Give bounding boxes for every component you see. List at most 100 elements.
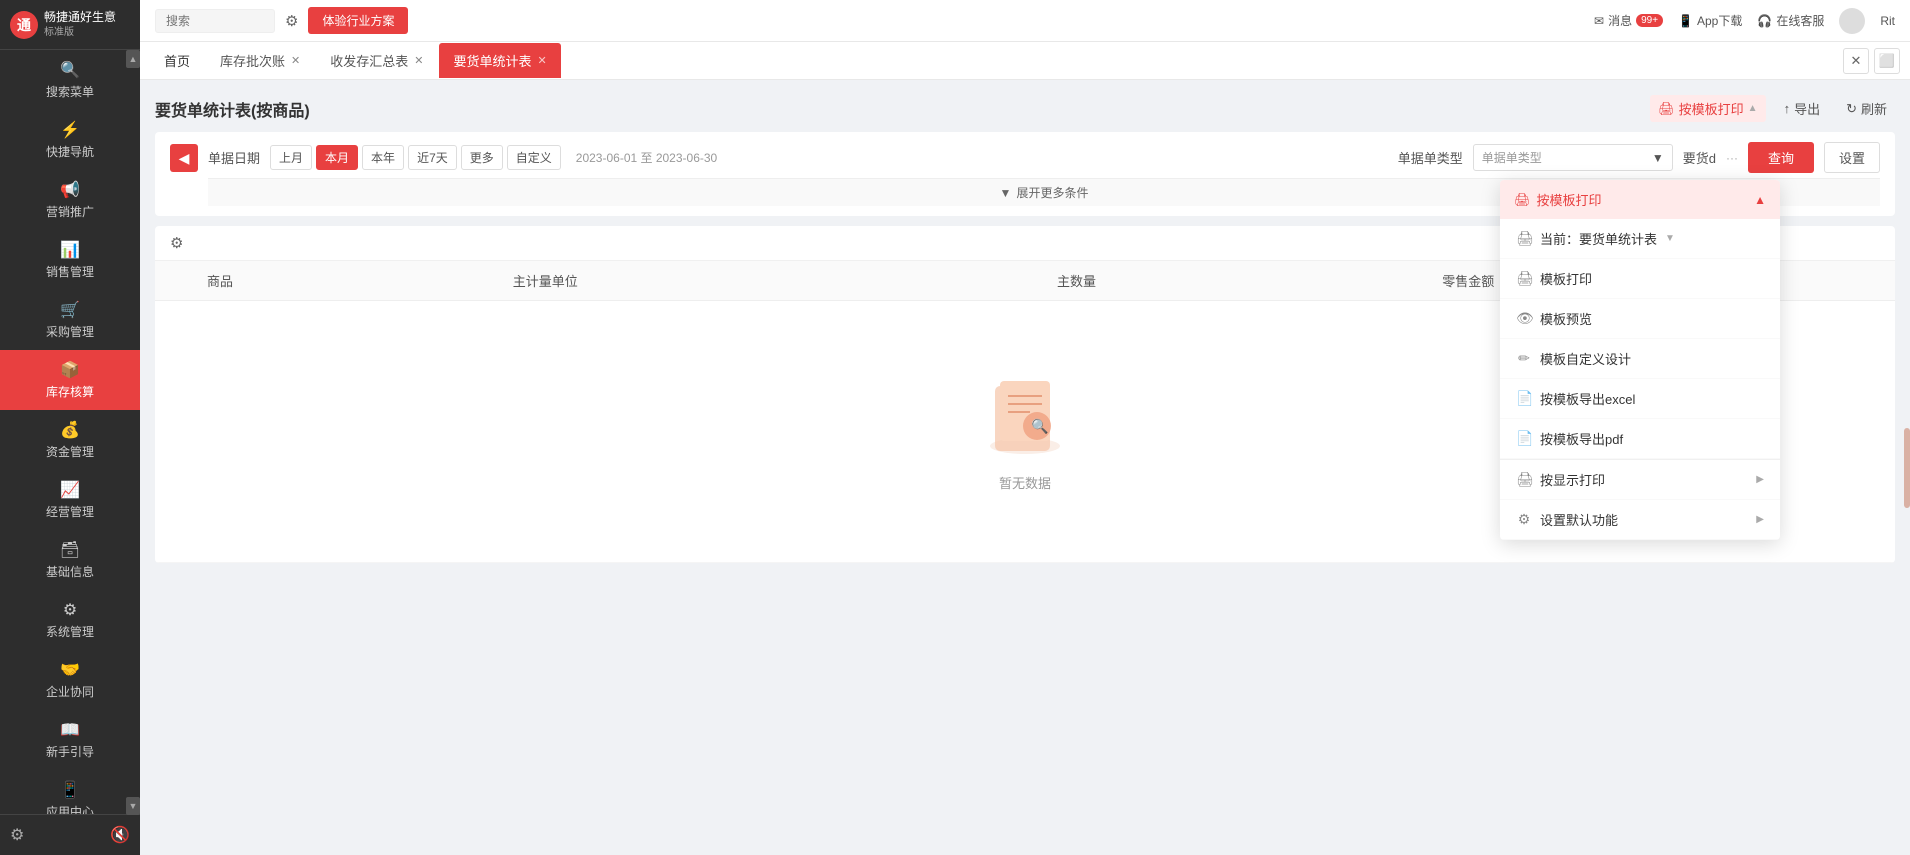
table-settings-icon[interactable]: ⚙: [170, 234, 183, 252]
template-print-label: 模板打印: [1540, 269, 1592, 288]
sidebar-item-search[interactable]: 🔍 搜索菜单: [0, 50, 140, 110]
sidebar-label-shortcut: 快捷导航: [46, 143, 94, 160]
trial-button[interactable]: 体验行业方案: [308, 7, 408, 34]
date-current-year[interactable]: 本年: [362, 145, 404, 170]
query-button[interactable]: 查询: [1748, 142, 1814, 173]
content-area: 要货单统计表(按商品) 🖨 按模板打印 ▲ ↑ 导出 ↻ 刷新: [140, 80, 1910, 855]
tab-order-stats[interactable]: 要货单统计表 ✕: [439, 43, 560, 78]
expand-label: 展开更多条件: [1016, 184, 1088, 201]
app-logo: 通 畅捷通好生意 标准版: [0, 0, 140, 50]
dropdown-template-pdf[interactable]: 📄 按模板导出pdf: [1500, 419, 1780, 459]
speaker-icon[interactable]: 🔇: [110, 825, 130, 845]
export-label: 导出: [1794, 99, 1820, 118]
dropdown-template-custom[interactable]: ✏ 模板自定义设计: [1500, 339, 1780, 379]
tab-expand-button[interactable]: ⬜: [1874, 48, 1900, 74]
current-template-left: 🖨 当前：要货单统计表: [1516, 229, 1657, 248]
sidebar-item-purchase[interactable]: 🛒 采购管理: [0, 290, 140, 350]
dropdown-template-preview[interactable]: 👁 模板预览: [1500, 299, 1780, 339]
date-prev-month[interactable]: 上月: [270, 145, 312, 170]
page-title: 要货单统计表(按商品): [155, 97, 310, 121]
tab-receipt-summary-close[interactable]: ✕: [414, 54, 423, 67]
print-dropdown: 🖨 按模板打印 ▲ 🖨 当前：要货单统计表 ▼ 🖨 模板打印 👁 模板预览: [1500, 180, 1780, 540]
type-select[interactable]: 单据单类型 ▼: [1473, 144, 1673, 171]
tab-order-stats-label: 要货单统计表: [453, 51, 531, 70]
date-current-month[interactable]: 本月: [316, 145, 358, 170]
gear-button[interactable]: ⚙: [285, 12, 298, 30]
sidebar-label-marketing: 营销推广: [46, 203, 94, 220]
sidebar-item-system[interactable]: ⚙ 系统管理: [0, 590, 140, 650]
operation-icon: 📈: [60, 480, 80, 500]
message-button[interactable]: ✉ 消息 99+: [1594, 12, 1663, 29]
export-icon: ↑: [1784, 101, 1791, 116]
filter-expand-icon[interactable]: ◀: [170, 144, 198, 172]
app-download-button[interactable]: 📱 App下载: [1678, 12, 1742, 29]
default-func-icon: ⚙: [1516, 511, 1532, 528]
order-type-label: 要货d: [1683, 148, 1716, 167]
tab-inventory-batch-close[interactable]: ✕: [291, 54, 300, 67]
sidebar-item-sales[interactable]: 📊 销售管理: [0, 230, 140, 290]
sidebar-item-apps[interactable]: 📱 应用中心: [0, 770, 140, 814]
message-label: 消息: [1608, 12, 1632, 29]
tab-close-all-button[interactable]: ✕: [1843, 48, 1869, 74]
display-print-left: 🖨 按显示打印: [1516, 470, 1605, 489]
tab-order-stats-close[interactable]: ✕: [538, 54, 547, 67]
sidebar-item-operation[interactable]: 📈 经营管理: [0, 470, 140, 530]
empty-icon: 🔍: [975, 371, 1075, 461]
sidebar-item-shortcut[interactable]: ⚡ 快捷导航: [0, 110, 140, 170]
settings-footer-icon[interactable]: ⚙: [10, 825, 24, 845]
sidebar-label-search: 搜索菜单: [46, 83, 94, 100]
th-product: 商品: [195, 261, 501, 301]
ellipsis-icon: ···: [1726, 151, 1738, 165]
search-input[interactable]: [155, 9, 275, 33]
dropdown-template-print[interactable]: 🖨 模板打印: [1500, 259, 1780, 299]
avatar[interactable]: [1839, 8, 1865, 34]
main-area: ⚙ 体验行业方案 ✉ 消息 99+ 📱 App下载 🎧 在线客服 Rit 首页: [140, 0, 1910, 855]
dropdown-header: 🖨 按模板打印 ▲: [1500, 180, 1780, 219]
vertical-scrollbar[interactable]: [1904, 428, 1910, 508]
chevron-up-dropdown-icon[interactable]: ▲: [1754, 193, 1766, 207]
date-filter-label: 单据日期: [208, 148, 260, 167]
sidebar-item-marketing[interactable]: 📢 营销推广: [0, 170, 140, 230]
page-header: 要货单统计表(按商品) 🖨 按模板打印 ▲ ↑ 导出 ↻ 刷新: [155, 95, 1895, 122]
settings-button[interactable]: 设置: [1824, 142, 1880, 173]
date-custom[interactable]: 自定义: [507, 145, 561, 170]
default-func-arrow: ▶: [1756, 514, 1764, 525]
dropdown-template-excel[interactable]: 📄 按模板导出excel: [1500, 379, 1780, 419]
sidebar-item-finance[interactable]: 💰 资金管理: [0, 410, 140, 470]
template-custom-label: 模板自定义设计: [1540, 349, 1631, 368]
tab-inventory-batch[interactable]: 库存批次账 ✕: [206, 43, 314, 78]
tab-home-label: 首页: [164, 51, 190, 70]
sidebar-item-guide[interactable]: 📖 新手引导: [0, 710, 140, 770]
online-service-label: 在线客服: [1776, 12, 1824, 29]
sidebar-scroll-down[interactable]: ▼: [126, 797, 140, 815]
print-template-label: 按模板打印: [1679, 99, 1744, 118]
sidebar-label-base: 基础信息: [46, 563, 94, 580]
type-filter-label: 单据单类型: [1398, 148, 1463, 167]
topbar-left: ⚙ 体验行业方案: [155, 7, 408, 34]
date-range-text: 2023-06-01 至 2023-06-30: [576, 149, 717, 166]
sidebar-item-base[interactable]: 🗃 基础信息: [0, 530, 140, 590]
topbar-right: ✉ 消息 99+ 📱 App下载 🎧 在线客服 Rit: [1594, 8, 1895, 34]
sidebar-item-inventory[interactable]: 📦 库存核算: [0, 350, 140, 410]
dropdown-display-print[interactable]: 🖨 按显示打印 ▶: [1500, 460, 1780, 500]
sidebar-scroll-up[interactable]: ▲: [126, 50, 140, 68]
sidebar-label-collab: 企业协同: [46, 683, 94, 700]
date-more[interactable]: 更多: [461, 145, 503, 170]
dropdown-default-func[interactable]: ⚙ 设置默认功能 ▶: [1500, 500, 1780, 540]
print-template-button[interactable]: 🖨 按模板打印 ▲: [1650, 95, 1765, 122]
guide-icon: 📖: [60, 720, 80, 740]
sidebar: 通 畅捷通好生意 标准版 ▲ ▼ 🔍 搜索菜单 ⚡ 快捷导航 📢 营销推广 📊 …: [0, 0, 140, 855]
online-service-button[interactable]: 🎧 在线客服: [1757, 12, 1824, 29]
tab-home[interactable]: 首页: [150, 43, 204, 78]
refresh-button[interactable]: ↻ 刷新: [1838, 95, 1895, 122]
export-button[interactable]: ↑ 导出: [1776, 95, 1829, 122]
sidebar-item-collab[interactable]: 🤝 企业协同: [0, 650, 140, 710]
printer-header-icon: 🖨: [1514, 192, 1531, 208]
sidebar-footer: ⚙ 🔇: [0, 814, 140, 855]
template-pdf-icon: 📄: [1516, 430, 1532, 447]
template-custom-icon: ✏: [1516, 350, 1532, 367]
tab-receipt-summary[interactable]: 收发存汇总表 ✕: [316, 43, 437, 78]
search-icon: 🔍: [60, 60, 80, 80]
dropdown-current-template[interactable]: 🖨 当前：要货单统计表 ▼: [1500, 219, 1780, 259]
date-7days[interactable]: 近7天: [408, 145, 457, 170]
